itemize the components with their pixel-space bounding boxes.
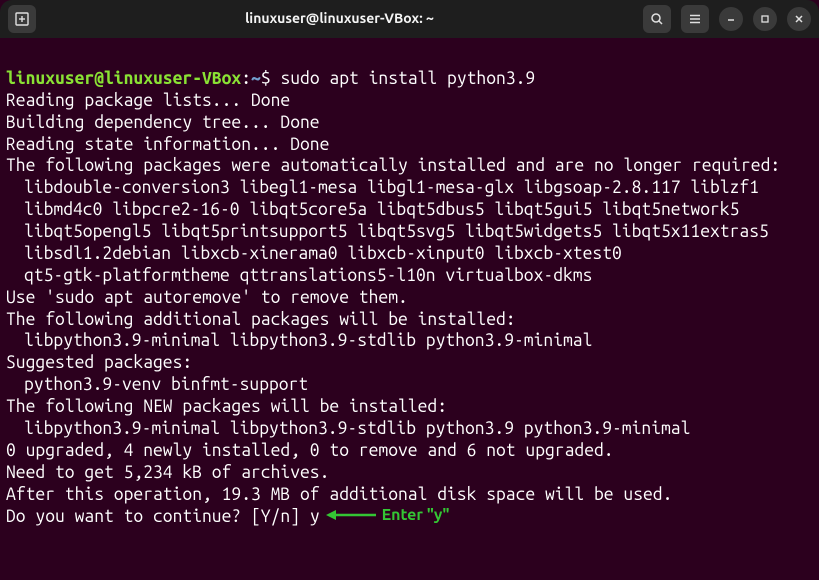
output-line: libpython3.9-minimal libpython3.9-stdlib… (6, 330, 813, 352)
output-line: 0 upgraded, 4 newly installed, 0 to remo… (6, 440, 813, 462)
titlebar: linuxuser@linuxuser-VBox: ~ (0, 0, 819, 38)
output-line: Need to get 5,234 kB of archives. (6, 462, 813, 484)
output-line: Reading state information... Done (6, 134, 813, 156)
output-line: Building dependency tree... Done (6, 112, 813, 134)
continue-prompt: Do you want to continue? [Y/n] y Enter "y… (6, 507, 450, 526)
minimize-button[interactable] (719, 7, 743, 31)
arrow-left-icon (326, 508, 376, 522)
prompt-path: ~ (251, 69, 261, 88)
search-button[interactable] (643, 5, 671, 33)
output-line: libpython3.9-minimal libpython3.9-stdlib… (6, 418, 813, 440)
prompt-dollar: $ (261, 69, 281, 88)
close-button[interactable] (787, 7, 811, 31)
output-line: The following packages were automaticall… (6, 155, 813, 177)
annotation-text: Enter "y" (382, 505, 450, 525)
command-text: sudo apt install python3.9 (280, 69, 535, 88)
prompt-colon: : (241, 69, 251, 88)
output-line: qt5-gtk-platformtheme qttranslations5-l1… (6, 265, 813, 287)
output-line: libmd4c0 libpcre2-16-0 libqt5core5a libq… (6, 199, 813, 221)
prompt-userhost: linuxuser@linuxuser-VBox (6, 69, 241, 88)
terminal-body[interactable]: linuxuser@linuxuser-VBox:~$ sudo apt ins… (0, 38, 819, 536)
maximize-button[interactable] (753, 7, 777, 31)
output-line: The following additional packages will b… (6, 309, 813, 331)
menu-button[interactable] (681, 5, 709, 33)
output-line: python3.9-venv binfmt-support (6, 374, 813, 396)
window-title: linuxuser@linuxuser-VBox: ~ (42, 10, 637, 28)
output-line: After this operation, 19.3 MB of additio… (6, 484, 813, 506)
prompt-line: linuxuser@linuxuser-VBox:~$ sudo apt ins… (6, 69, 535, 88)
continue-question: Do you want to continue? [Y/n] (6, 507, 310, 526)
output-line: Reading package lists... Done (6, 90, 813, 112)
output-line: Suggested packages: (6, 352, 813, 374)
user-input: y (310, 507, 320, 526)
output-line: The following NEW packages will be insta… (6, 396, 813, 418)
output-line: libdouble-conversion3 libegl1-mesa libgl… (6, 177, 813, 199)
annotation-callout: Enter "y" (326, 505, 450, 525)
output-line: libqt5opengl5 libqt5printsupport5 libqt5… (6, 221, 813, 243)
new-tab-button[interactable] (8, 5, 36, 33)
output-line: Use 'sudo apt autoremove' to remove them… (6, 287, 813, 309)
output-line: libsdl1.2debian libxcb-xinerama0 libxcb-… (6, 243, 813, 265)
